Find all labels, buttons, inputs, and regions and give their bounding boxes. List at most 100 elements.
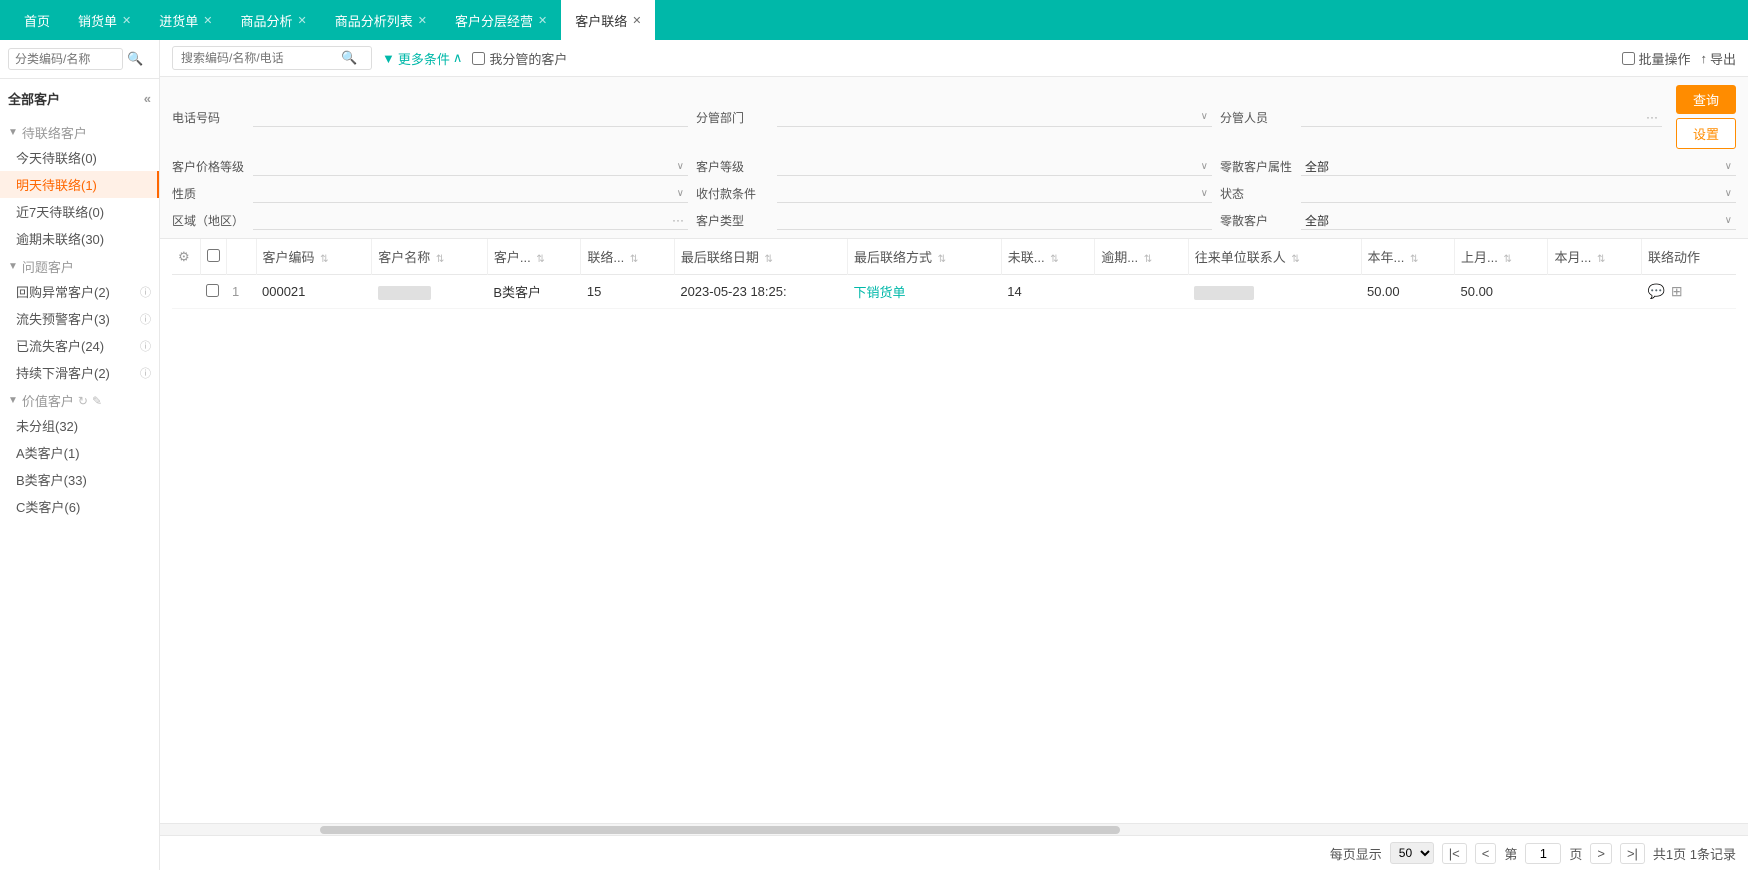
filter-row-value-level: 客户价格等级 ∨ bbox=[172, 157, 688, 176]
sort-this-month[interactable]: ⇅ bbox=[1597, 254, 1605, 265]
sidebar-item-b-class[interactable]: B类客户(33) bbox=[0, 466, 159, 493]
status-caret[interactable]: ∨ bbox=[1725, 188, 1732, 199]
query-button[interactable]: 查询 bbox=[1676, 85, 1736, 114]
person-input[interactable] bbox=[1305, 110, 1646, 124]
nav-purchase-order-close[interactable]: ✕ bbox=[203, 14, 212, 27]
sidebar-item-repeat-abnormal[interactable]: 回购异常客户(2) ⓘ bbox=[0, 278, 159, 305]
export-btn[interactable]: ↑ 导出 bbox=[1700, 49, 1736, 68]
customer-level-input[interactable] bbox=[781, 159, 1201, 173]
customer-type-input[interactable] bbox=[781, 213, 1208, 227]
sort-this-year[interactable]: ⇅ bbox=[1410, 254, 1418, 265]
filter-search-icon[interactable]: 🔍 bbox=[341, 50, 357, 66]
sort-last-date[interactable]: ⇅ bbox=[764, 254, 772, 265]
per-page-select[interactable]: 50 bbox=[1390, 842, 1434, 864]
region-input[interactable] bbox=[257, 213, 672, 227]
last-method-link[interactable]: 下销货单 bbox=[853, 285, 905, 300]
value-level-caret[interactable]: ∨ bbox=[677, 161, 684, 172]
sidebar-item-c-class[interactable]: C类客户(6) bbox=[0, 493, 159, 520]
info-icon-repeat: ⓘ bbox=[140, 284, 151, 300]
sidebar-item-ungrouped[interactable]: 未分组(32) bbox=[0, 412, 159, 439]
filter-search-input[interactable] bbox=[181, 51, 341, 65]
sidebar-search-input[interactable] bbox=[8, 48, 123, 70]
customer-level-caret[interactable]: ∨ bbox=[1201, 161, 1208, 172]
sort-last-method[interactable]: ⇅ bbox=[938, 254, 946, 265]
nav-product-analysis-close[interactable]: ✕ bbox=[298, 14, 307, 27]
filter-my-customer[interactable]: 我分管的客户 bbox=[472, 49, 567, 68]
nav-customer-segment[interactable]: 客户分层经营 ✕ bbox=[441, 0, 561, 40]
region-dots[interactable]: ··· bbox=[672, 213, 684, 227]
value-level-input[interactable] bbox=[257, 159, 677, 173]
gender-input[interactable] bbox=[257, 186, 677, 200]
filter-label-value-level: 客户价格等级 bbox=[172, 158, 247, 175]
value-group-refresh[interactable]: ↻ bbox=[78, 394, 88, 408]
setting-button[interactable]: 设置 bbox=[1676, 118, 1736, 149]
retail-attr-input[interactable] bbox=[1305, 159, 1725, 173]
select-all-checkbox[interactable] bbox=[207, 249, 220, 262]
nav-sales-order[interactable]: 销货单 ✕ bbox=[64, 0, 145, 40]
sidebar-item-lost-risk[interactable]: 流失预警客户(3) ⓘ bbox=[0, 305, 159, 332]
sidebar-collapse-icon[interactable]: « bbox=[144, 91, 151, 106]
gear-icon[interactable]: ⚙ bbox=[178, 249, 190, 264]
sidebar-all-customers[interactable]: 全部客户 « bbox=[0, 85, 159, 112]
retail-customer-caret[interactable]: ∨ bbox=[1725, 215, 1732, 226]
col-uncontact: 未联... ⇅ bbox=[1001, 239, 1094, 275]
sidebar-item-today[interactable]: 今天待联络(0) bbox=[0, 144, 159, 171]
nav-product-analysis-list-close[interactable]: ✕ bbox=[418, 14, 427, 27]
bulk-action-btn[interactable]: 批量操作 bbox=[1622, 49, 1690, 68]
sort-name[interactable]: ⇅ bbox=[436, 254, 444, 265]
filter-row-payment: 收付款条件 ∨ bbox=[696, 184, 1212, 203]
filter-more-conditions[interactable]: ▼ 更多条件 ∧ bbox=[382, 49, 462, 68]
value-group-edit[interactable]: ✎ bbox=[92, 394, 102, 408]
nav-sales-order-close[interactable]: ✕ bbox=[122, 14, 131, 27]
nav-customer-contact[interactable]: 客户联络 ✕ bbox=[561, 0, 655, 40]
sidebar-item-week[interactable]: 近7天待联络(0) bbox=[0, 198, 159, 225]
sort-unit-contact[interactable]: ⇅ bbox=[1291, 254, 1299, 265]
sidebar-item-a-class[interactable]: A类客户(1) bbox=[0, 439, 159, 466]
nav-product-analysis[interactable]: 商品分析 ✕ bbox=[226, 0, 320, 40]
payment-caret[interactable]: ∨ bbox=[1201, 188, 1208, 199]
sidebar-item-tomorrow[interactable]: 明天待联络(1) bbox=[0, 171, 159, 198]
my-customer-checkbox[interactable] bbox=[472, 52, 485, 65]
bulk-action-checkbox[interactable] bbox=[1622, 52, 1635, 65]
dept-input[interactable] bbox=[781, 110, 1201, 124]
sidebar-item-decline[interactable]: 持续下滑客户(2) ⓘ bbox=[0, 359, 159, 386]
filter-row-gender: 性质 ∨ bbox=[172, 184, 688, 203]
sidebar-item-overdue[interactable]: 逾期未联络(30) bbox=[0, 225, 159, 252]
sort-type[interactable]: ⇅ bbox=[536, 254, 544, 265]
scroll-thumb[interactable] bbox=[320, 826, 1120, 834]
phone-input[interactable] bbox=[257, 110, 684, 124]
sort-contact[interactable]: ⇅ bbox=[630, 254, 638, 265]
next-page-btn[interactable]: > bbox=[1590, 843, 1612, 864]
retail-attr-caret[interactable]: ∨ bbox=[1725, 161, 1732, 172]
person-dots[interactable]: ··· bbox=[1646, 110, 1658, 124]
nav-purchase-order[interactable]: 进货单 ✕ bbox=[145, 0, 226, 40]
retail-customer-input[interactable] bbox=[1305, 213, 1725, 227]
sidebar-item-lost[interactable]: 已流失客户(24) ⓘ bbox=[0, 332, 159, 359]
nav-home[interactable]: 首页 bbox=[10, 0, 64, 40]
sort-overdue[interactable]: ⇅ bbox=[1144, 254, 1152, 265]
filter-row-dept: 分管部门 ∨ bbox=[696, 108, 1212, 127]
gender-caret[interactable]: ∨ bbox=[677, 188, 684, 199]
action-chat-icon[interactable]: 💬 bbox=[1647, 283, 1664, 300]
nav-customer-segment-close[interactable]: ✕ bbox=[538, 14, 547, 27]
status-input[interactable] bbox=[1305, 186, 1725, 200]
sort-last-month[interactable]: ⇅ bbox=[1503, 254, 1511, 265]
row-checkbox[interactable] bbox=[206, 284, 219, 297]
dept-caret[interactable]: ∨ bbox=[1201, 111, 1208, 122]
prev-page-btn[interactable]: < bbox=[1475, 843, 1497, 864]
payment-input[interactable] bbox=[781, 186, 1201, 200]
nav-product-analysis-list[interactable]: 商品分析列表 ✕ bbox=[321, 0, 441, 40]
nav-customer-contact-close[interactable]: ✕ bbox=[632, 14, 641, 27]
action-grid-icon[interactable]: ⊞ bbox=[1671, 283, 1683, 300]
sidebar-search-icon[interactable]: 🔍 bbox=[127, 51, 143, 67]
col-last-method: 最后联络方式 ⇅ bbox=[847, 239, 1001, 275]
page-number-input[interactable] bbox=[1525, 843, 1561, 864]
filter-row-person: 分管人员 ··· 查询 设置 bbox=[1220, 85, 1736, 149]
sort-code[interactable]: ⇅ bbox=[320, 254, 328, 265]
sort-uncontact[interactable]: ⇅ bbox=[1050, 254, 1058, 265]
last-page-btn[interactable]: >| bbox=[1620, 843, 1645, 864]
cell-last-month: 50.00 bbox=[1455, 275, 1548, 309]
filter-row-customer-type: 客户类型 bbox=[696, 211, 1212, 230]
cell-last-date: 2023-05-23 18:25: bbox=[674, 275, 847, 309]
first-page-btn[interactable]: |< bbox=[1442, 843, 1467, 864]
